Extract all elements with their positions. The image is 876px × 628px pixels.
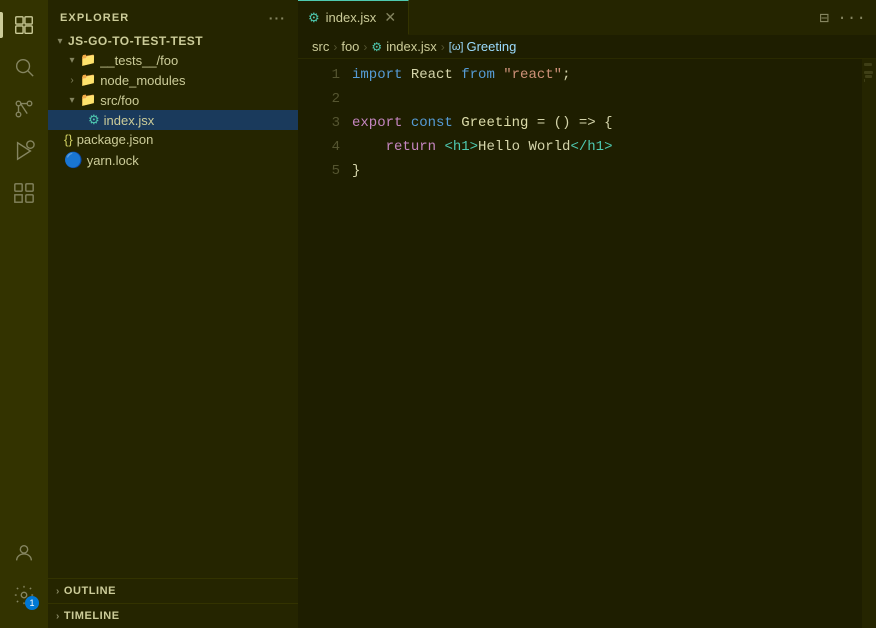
source-control-icon[interactable]	[7, 92, 41, 126]
outline-label: OUTLINE	[64, 585, 116, 597]
src-arrow: ▾	[64, 95, 80, 106]
tests-label: __tests__/foo	[100, 53, 178, 68]
code-line-4: return <h1>Hello World</h1>	[352, 135, 862, 159]
tab-close-button[interactable]: ✕	[382, 10, 398, 26]
minimap	[862, 59, 876, 628]
timeline-label: TIMELINE	[64, 610, 120, 622]
code-line-5: }	[352, 159, 862, 183]
line-numbers: 1 2 3 4 5	[298, 59, 348, 628]
index-jsx-label: index.jsx	[104, 113, 155, 128]
tree-item-yarn-lock[interactable]: 🔵 yarn.lock	[48, 149, 298, 171]
run-icon[interactable]	[7, 134, 41, 168]
src-label: src/foo	[100, 93, 139, 108]
explorer-icon[interactable]	[7, 8, 41, 42]
code-line-2	[352, 87, 862, 111]
file-tree: ▾ JS-GO-TO-TEST-TEST ▾ 📁 __tests__/foo ›…	[48, 32, 298, 578]
sidebar-more-button[interactable]: ···	[269, 10, 286, 26]
tree-item-package-json[interactable]: {} package.json	[48, 130, 298, 149]
code-editor[interactable]: 1 2 3 4 5 import React from "react"; exp…	[298, 59, 876, 628]
breadcrumb: src › foo › ⚙ index.jsx › [ω] Greeting	[298, 35, 876, 59]
folder-icon: 📁	[80, 92, 96, 108]
breadcrumb-file[interactable]: index.jsx	[386, 39, 437, 54]
extensions-icon[interactable]	[7, 176, 41, 210]
folder-icon: 📁	[80, 72, 96, 88]
editor-area: ⚙ index.jsx ✕ ⊟ ··· src › foo › ⚙ index.…	[298, 0, 876, 628]
code-line-3: export const Greeting = () => {	[352, 111, 862, 135]
json-file-icon: {}	[64, 132, 73, 147]
activity-bar: 1	[0, 0, 48, 628]
node-modules-label: node_modules	[100, 73, 185, 88]
more-actions-icon[interactable]: ···	[837, 9, 866, 27]
code-content[interactable]: import React from "react"; export const …	[348, 59, 862, 628]
settings-badge: 1	[25, 596, 39, 610]
tree-item-index-jsx[interactable]: ⚙ index.jsx	[48, 110, 298, 130]
outline-arrow: ›	[56, 586, 60, 597]
tree-root[interactable]: ▾ JS-GO-TO-TEST-TEST	[48, 32, 298, 50]
tabs: ⚙ index.jsx ✕	[298, 0, 409, 35]
package-json-label: package.json	[77, 132, 154, 147]
sidebar-title: EXPLORER	[60, 12, 129, 24]
root-label: JS-GO-TO-TEST-TEST	[68, 34, 203, 48]
breadcrumb-src[interactable]: src	[312, 39, 329, 54]
breadcrumb-sep-3: ›	[441, 40, 445, 54]
tree-item-node-modules[interactable]: › 📁 node_modules	[48, 70, 298, 90]
root-arrow: ▾	[52, 36, 68, 47]
settings-icon[interactable]: 1	[7, 578, 41, 612]
yarn-file-icon: 🔵	[64, 151, 83, 169]
breadcrumb-component-label: Greeting	[466, 39, 516, 54]
editor-scrollbar[interactable]	[862, 59, 876, 628]
tab-bar: ⚙ index.jsx ✕ ⊟ ···	[298, 0, 876, 35]
search-icon[interactable]	[7, 50, 41, 84]
folder-icon: 📁	[80, 52, 96, 68]
breadcrumb-foo[interactable]: foo	[341, 39, 359, 54]
outline-section: › OUTLINE	[48, 578, 298, 603]
breadcrumb-component[interactable]: [ω] Greeting	[449, 39, 517, 54]
split-editor-icon[interactable]: ⊟	[820, 8, 830, 28]
tree-item-src-foo[interactable]: ▾ 📁 src/foo	[48, 90, 298, 110]
tree-item-tests-foo[interactable]: ▾ 📁 __tests__/foo	[48, 50, 298, 70]
outline-header[interactable]: › OUTLINE	[48, 579, 298, 603]
breadcrumb-sep-1: ›	[333, 40, 337, 54]
tab-bar-right: ⊟ ···	[820, 8, 876, 28]
tab-label: index.jsx	[326, 10, 377, 25]
account-icon[interactable]	[7, 536, 41, 570]
breadcrumb-component-icon: [ω]	[449, 41, 464, 53]
sidebar-header: EXPLORER ···	[48, 0, 298, 32]
node-modules-arrow: ›	[64, 75, 80, 86]
jsx-file-icon: ⚙	[88, 112, 100, 128]
yarn-lock-label: yarn.lock	[87, 153, 139, 168]
sidebar: EXPLORER ··· ▾ JS-GO-TO-TEST-TEST ▾ 📁 __…	[48, 0, 298, 628]
timeline-section: › TIMELINE	[48, 603, 298, 628]
breadcrumb-file-icon: ⚙	[371, 40, 382, 54]
breadcrumb-sep-2: ›	[363, 40, 367, 54]
tab-file-icon: ⚙	[308, 10, 320, 26]
tab-index-jsx[interactable]: ⚙ index.jsx ✕	[298, 0, 409, 35]
timeline-arrow: ›	[56, 611, 60, 622]
tests-arrow: ▾	[64, 55, 80, 66]
code-line-1: import React from "react";	[352, 63, 862, 87]
timeline-header[interactable]: › TIMELINE	[48, 604, 298, 628]
